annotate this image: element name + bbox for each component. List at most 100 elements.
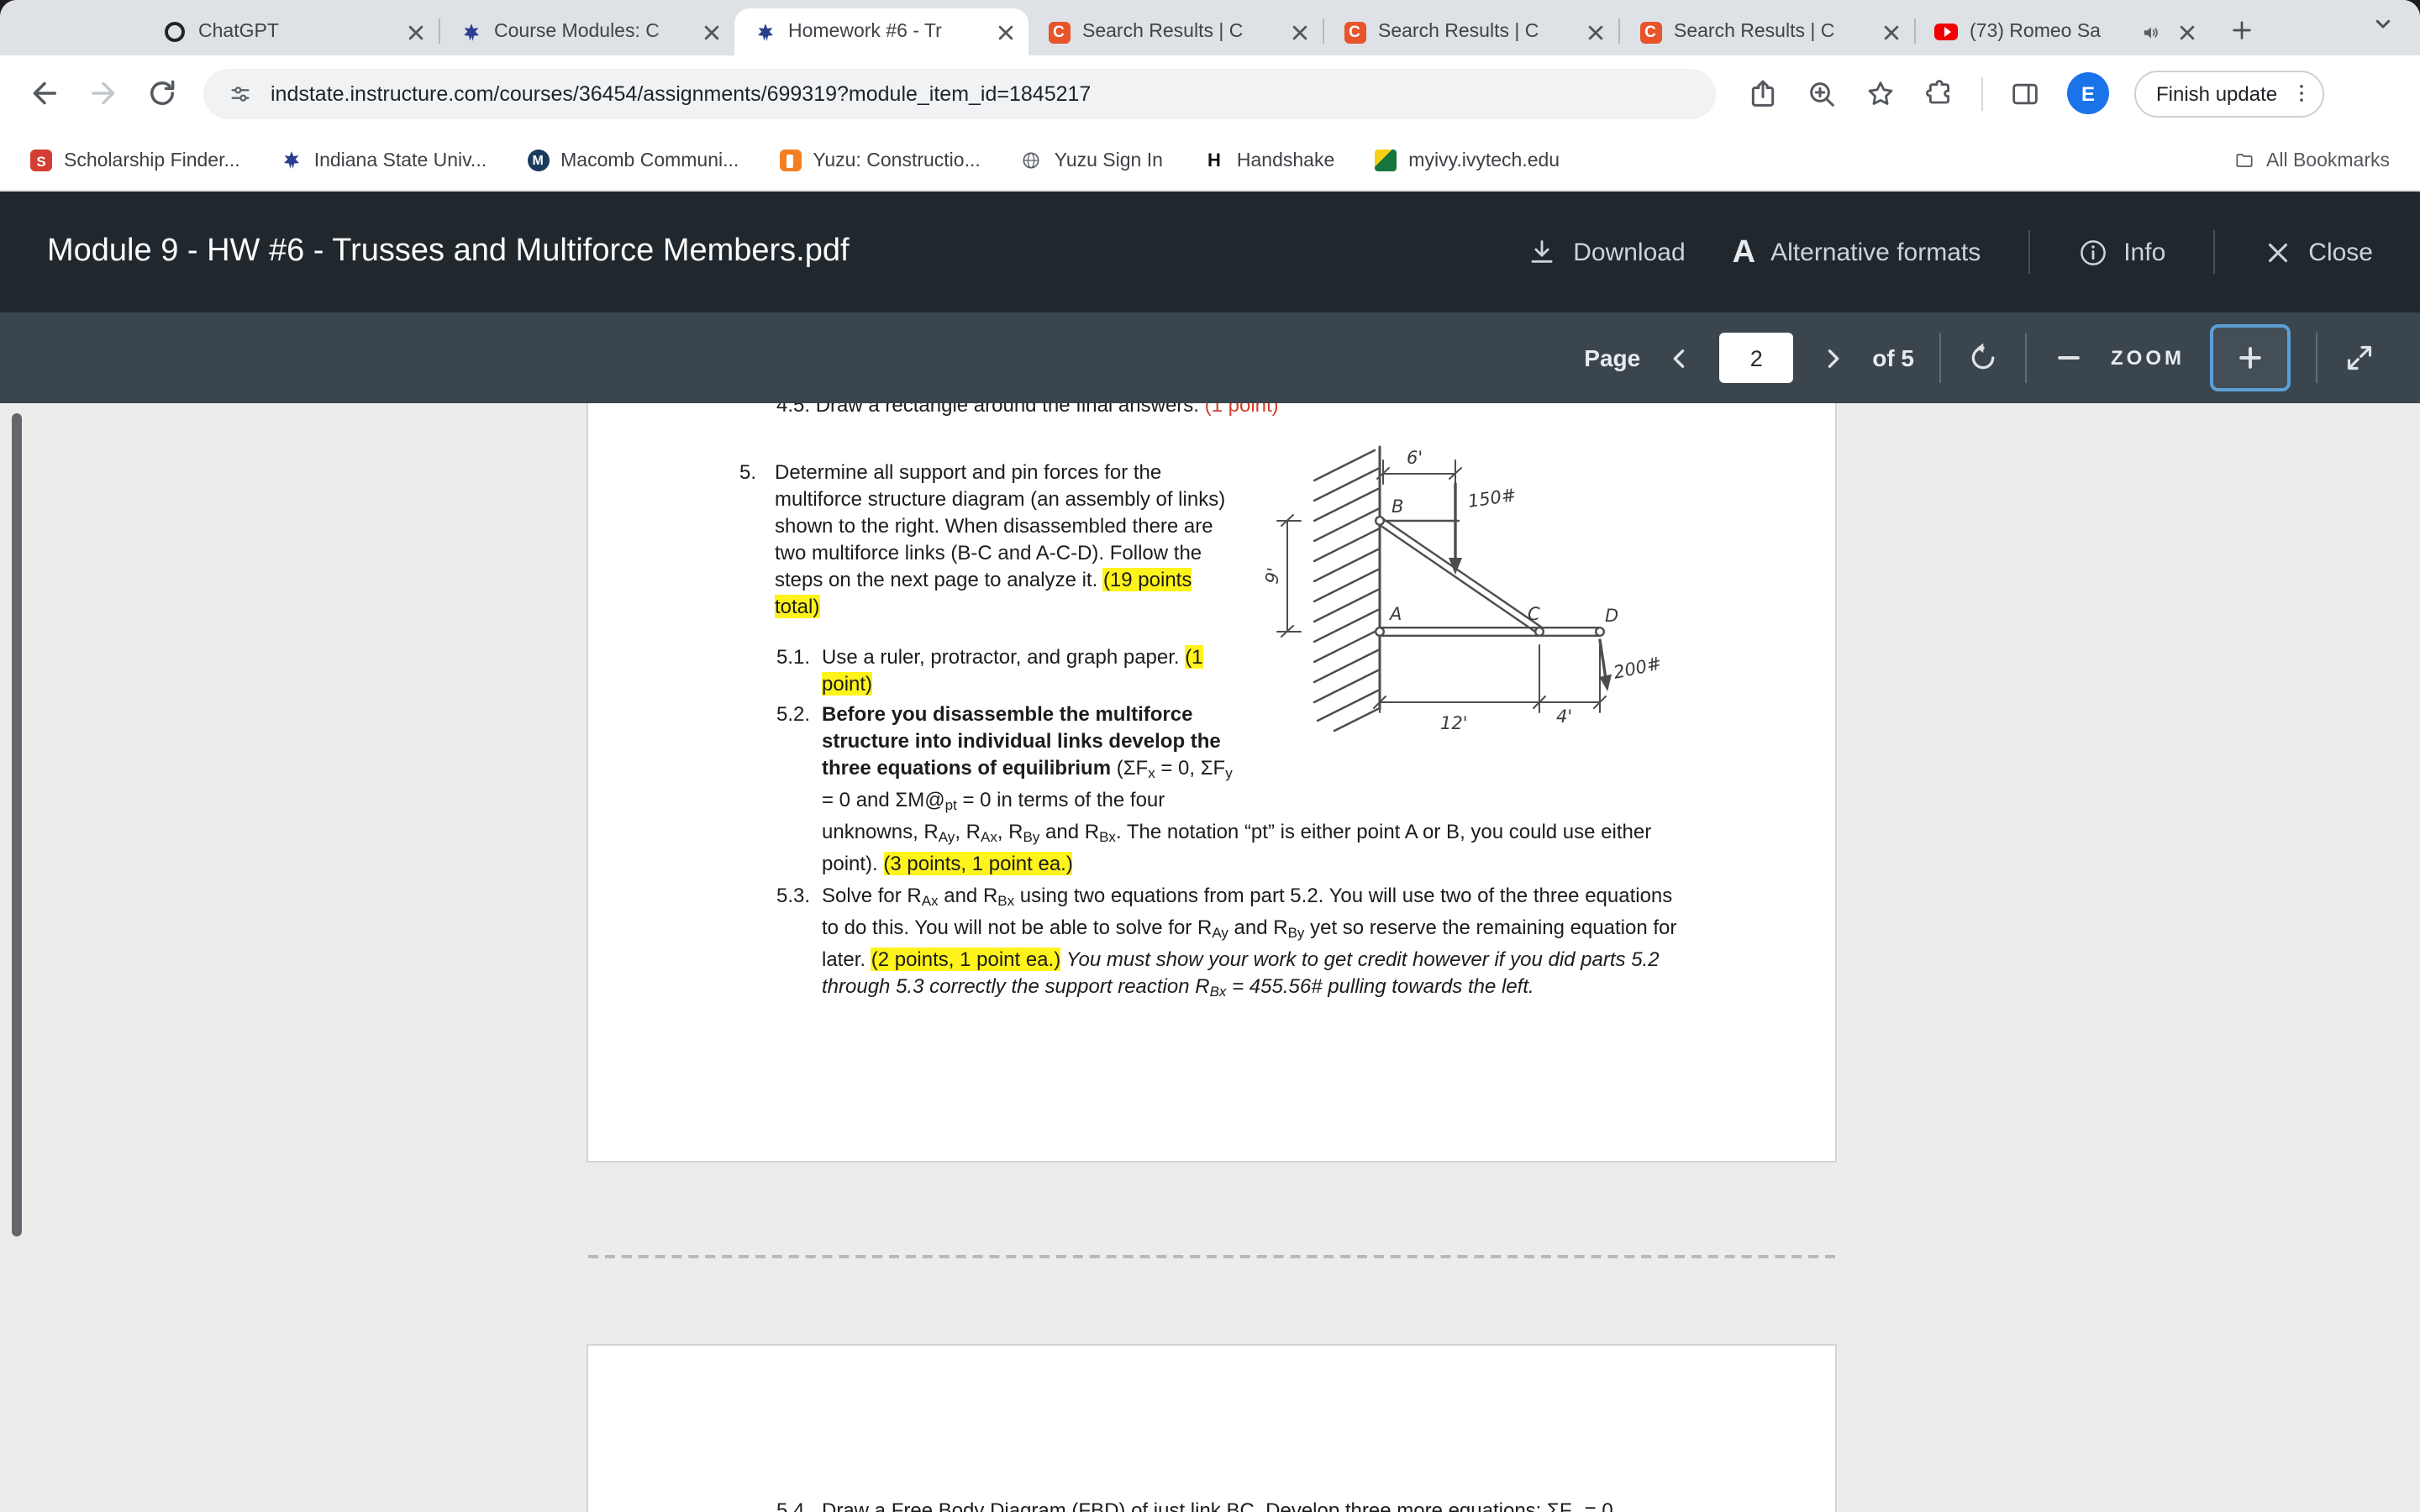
- forward-icon[interactable]: [86, 76, 121, 111]
- pdf-title-bar: Module 9 - HW #6 - Trusses and Multiforc…: [0, 192, 2420, 312]
- toolbar-divider: [1939, 333, 1941, 383]
- tab-label: Search Results | C: [1674, 22, 1835, 42]
- tab-youtube[interactable]: (73) Romeo Sa: [1916, 8, 2210, 55]
- extensions-icon[interactable]: [1923, 76, 1956, 110]
- tab-close-icon[interactable]: [699, 19, 724, 45]
- address-bar: indstate.instructure.com/courses/36454/a…: [0, 55, 2420, 131]
- tab-close-icon[interactable]: [993, 19, 1018, 45]
- alternative-formats-icon: A: [1732, 234, 1756, 270]
- macomb-icon: M: [527, 150, 550, 171]
- tab-strip: ChatGPT Course Modules: C Homework #6 - …: [0, 0, 2420, 55]
- next-page-icon[interactable]: [1818, 344, 1847, 372]
- side-panel-icon[interactable]: [2008, 76, 2042, 110]
- bookmark-indiana-state[interactable]: Indiana State Univ...: [281, 150, 487, 171]
- download-button[interactable]: Download: [1526, 236, 1686, 268]
- info-button[interactable]: Info: [2076, 236, 2165, 268]
- dim-4ft-label: 4': [1556, 706, 1572, 727]
- fullscreen-icon[interactable]: [2343, 341, 2376, 375]
- toolbar-divider: [2316, 333, 2317, 383]
- bookmark-handshake[interactable]: H Handshake: [1203, 150, 1334, 171]
- kebab-menu-icon[interactable]: [2289, 81, 2314, 106]
- toolbar-divider: [1981, 76, 1983, 110]
- bookmark-macomb[interactable]: M Macomb Communi...: [527, 150, 739, 171]
- address-actions: E Finish update: [1746, 70, 2325, 117]
- tab-close-icon[interactable]: [403, 19, 429, 45]
- rotate-icon[interactable]: [1966, 341, 2000, 375]
- all-bookmarks-button[interactable]: All Bookmarks: [2233, 150, 2390, 171]
- download-icon: [1531, 239, 1553, 262]
- item-5-3-text: Solve for RAx and RBx using two equation…: [822, 884, 1677, 1000]
- item-5-text: Determine all support and pin forces for…: [775, 460, 1226, 618]
- tab-close-icon[interactable]: [2175, 19, 2200, 45]
- alternative-formats-button[interactable]: A Alternative formats: [1733, 236, 1981, 268]
- load-150-label: 150#: [1466, 485, 1517, 512]
- header-divider: [2028, 230, 2030, 274]
- tab-close-icon[interactable]: [1879, 19, 1904, 45]
- close-button[interactable]: Close: [2261, 236, 2373, 268]
- youtube-icon: [1934, 23, 1958, 41]
- item-5-4-text: Draw a Free Body Diagram (FBD) of just l…: [822, 1499, 1630, 1512]
- isu-leaf-icon: [459, 20, 482, 44]
- load-200-label: 200#: [1612, 653, 1663, 682]
- share-icon[interactable]: [1746, 76, 1780, 110]
- pdf-document-title: Module 9 - HW #6 - Trusses and Multiforc…: [47, 234, 850, 269]
- folder-icon: [2233, 150, 2254, 171]
- tab-close-icon[interactable]: [1583, 19, 1608, 45]
- finish-update-label: Finish update: [2156, 81, 2278, 105]
- item-5-1-number: 5.1.: [776, 645, 811, 669]
- dim-12ft-label: 12': [1440, 713, 1468, 733]
- browser-window: ChatGPT Course Modules: C Homework #6 - …: [0, 0, 2420, 1512]
- point-b-label: B: [1392, 496, 1403, 517]
- reload-icon[interactable]: [145, 76, 180, 111]
- point-a-label: A: [1388, 604, 1402, 624]
- bookmark-star-icon[interactable]: [1864, 76, 1897, 110]
- tab-chatgpt[interactable]: ChatGPT: [145, 8, 439, 55]
- bookmarks-bar: S Scholarship Finder... Indiana State Un…: [0, 131, 2420, 192]
- yuzu-icon: [779, 150, 802, 171]
- tab-label: (73) Romeo Sa: [1970, 22, 2101, 42]
- page-number-input[interactable]: [1719, 333, 1794, 383]
- back-icon[interactable]: [27, 76, 62, 111]
- tab-search-results-1[interactable]: C Search Results | C: [1028, 8, 1323, 55]
- pdf-page-3: 5.4. Draw a Free Body Diagram (FBD) of ju…: [587, 1344, 1837, 1512]
- bookmark-scholarship-finder[interactable]: S Scholarship Finder...: [30, 150, 240, 171]
- tab-label: Search Results | C: [1082, 22, 1244, 42]
- tab-course-modules[interactable]: Course Modules: C: [440, 8, 734, 55]
- handshake-icon: H: [1207, 150, 1221, 171]
- profile-avatar[interactable]: E: [2067, 72, 2109, 114]
- tab-search-button[interactable]: [2370, 10, 2396, 45]
- site-settings-icon[interactable]: [227, 80, 254, 107]
- tab-search-results-3[interactable]: C Search Results | C: [1620, 8, 1914, 55]
- truss-diagram: 6' 150# B 9' A C D 12' 4' 200#: [1254, 422, 1687, 781]
- zoom-icon[interactable]: [1805, 76, 1839, 110]
- tab-search-results-2[interactable]: C Search Results | C: [1324, 8, 1618, 55]
- canvas-icon: C: [1344, 21, 1365, 43]
- tab-homework-active[interactable]: Homework #6 - Tr: [734, 8, 1028, 55]
- item-5-3: 5.3. Solve for RAx and RBx using two equa…: [776, 882, 1687, 1005]
- zoom-out-icon[interactable]: [2052, 341, 2086, 375]
- url-bar[interactable]: indstate.instructure.com/courses/36454/a…: [203, 68, 1716, 118]
- tab-label: ChatGPT: [198, 22, 279, 42]
- dim-9ft-label: 9': [1261, 566, 1284, 585]
- zoom-in-button[interactable]: [2210, 324, 2291, 391]
- scrollbar[interactable]: [12, 413, 22, 1236]
- item-5-4-number: 5.4.: [776, 1499, 811, 1512]
- info-icon: [2080, 239, 2106, 265]
- bookmark-myivy[interactable]: myivy.ivytech.edu: [1375, 150, 1560, 171]
- tab-close-icon[interactable]: [1287, 19, 1313, 45]
- point-d-label: D: [1605, 606, 1618, 626]
- item-5-3-number: 5.3.: [776, 884, 811, 907]
- globe-icon: [1021, 150, 1043, 171]
- bookmark-yuzu-signin[interactable]: Yuzu Sign In: [1021, 150, 1163, 171]
- finish-update-button[interactable]: Finish update: [2134, 70, 2325, 117]
- new-tab-button[interactable]: [2220, 8, 2264, 52]
- zoom-label: ZOOM: [2111, 346, 2185, 370]
- isu-leaf-icon: [753, 20, 776, 44]
- pdf-toolbar: Page of 5 ZOOM: [0, 312, 2420, 403]
- previous-page-icon[interactable]: [1665, 344, 1694, 372]
- bookmark-yuzu-construction[interactable]: Yuzu: Constructio...: [779, 150, 981, 171]
- ivytech-icon: [1375, 150, 1397, 171]
- speaker-icon[interactable]: [2141, 21, 2163, 43]
- toolbar-divider: [2025, 333, 2027, 383]
- pdf-content-area: 4.5. Draw a rectangle around the final a…: [0, 403, 2420, 1512]
